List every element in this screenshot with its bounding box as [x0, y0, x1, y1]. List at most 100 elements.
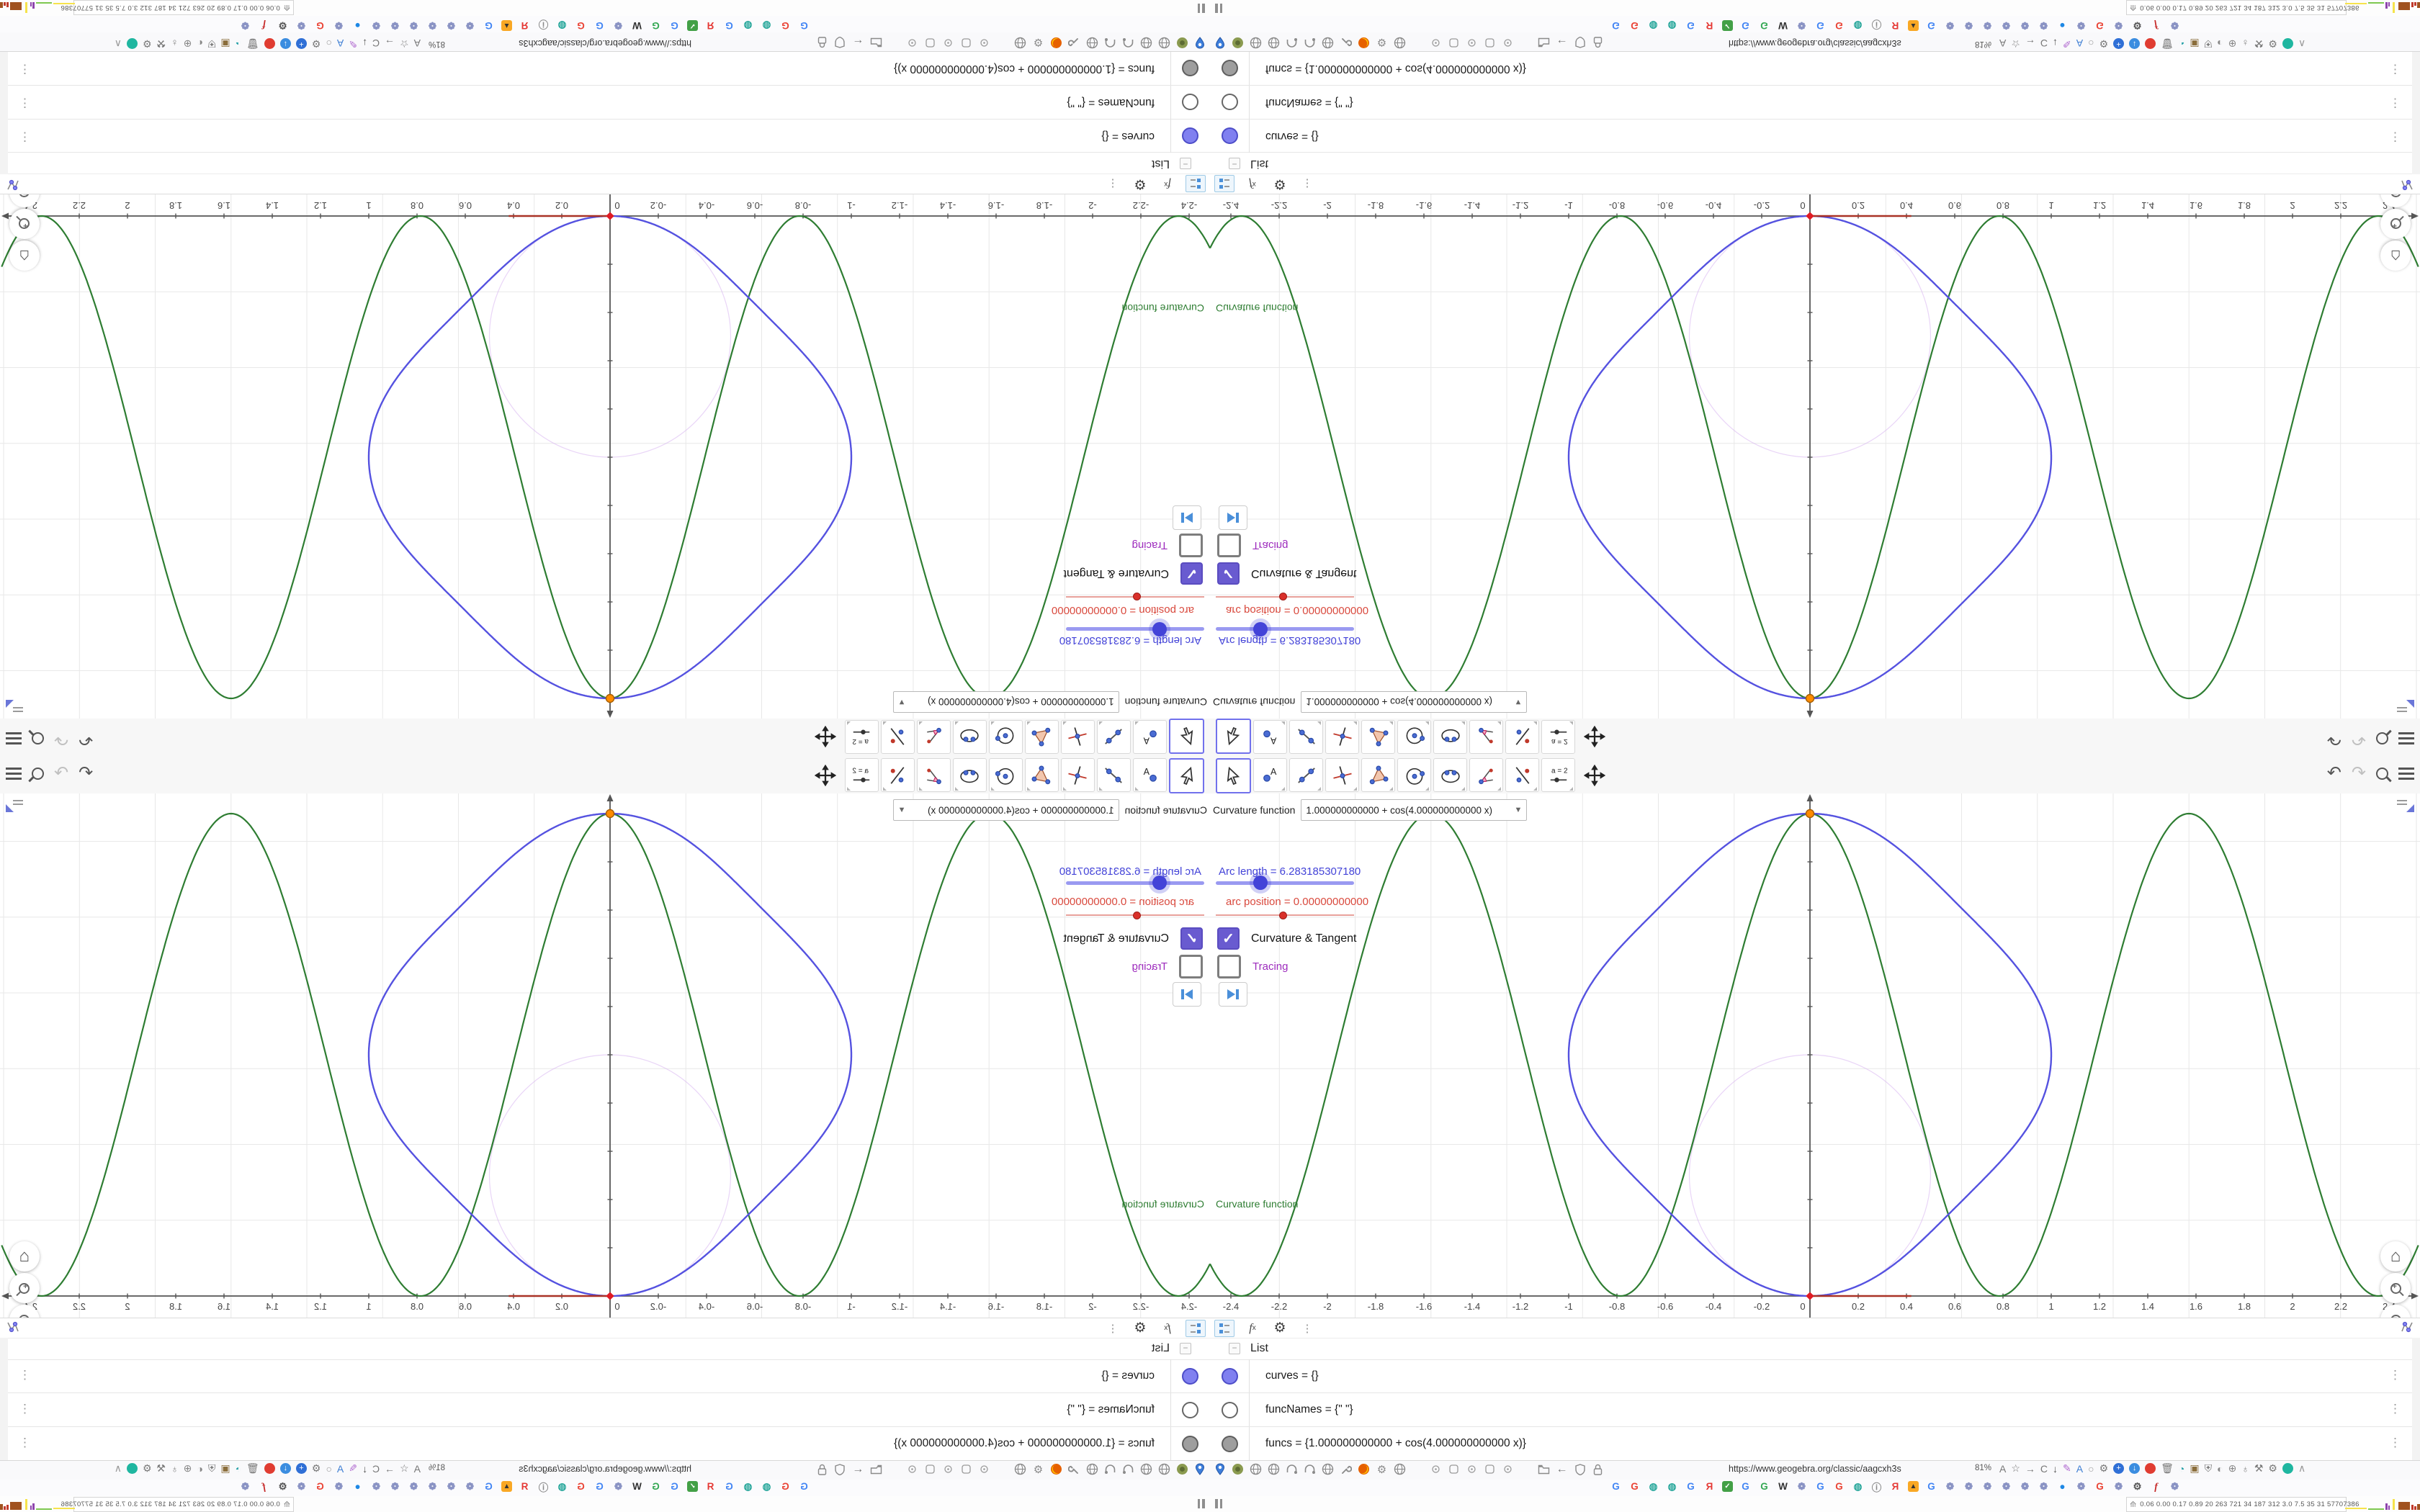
- firefox-icon[interactable]: [1357, 1462, 1371, 1476]
- bookmark-favicon[interactable]: G: [1758, 1480, 1770, 1493]
- kebab-icon[interactable]: ⋮: [2389, 1368, 2401, 1382]
- function-input[interactable]: 1.000000000000 + cos(4.000000000000 x) ▼: [892, 799, 1119, 821]
- arc-length-slider-knob[interactable]: [1253, 876, 1268, 890]
- algebra-view-toggle-button[interactable]: [2393, 1320, 2414, 1336]
- arc-position-slider-knob[interactable]: [1279, 912, 1287, 919]
- headset-icon[interactable]: [1103, 36, 1117, 50]
- zoom-in-button[interactable]: +: [2380, 1273, 2411, 1303]
- bookmark-favicon[interactable]: ⚙: [2131, 19, 2143, 32]
- bookmark-favicon[interactable]: ⚙: [2131, 1480, 2143, 1493]
- bookmark-favicon[interactable]: ❁: [239, 19, 251, 32]
- visibility-toggle[interactable]: [1182, 127, 1199, 145]
- visibility-toggle[interactable]: [1221, 1367, 1238, 1385]
- download-icon[interactable]: ↓: [362, 38, 367, 50]
- tool-angle-button[interactable]: [1469, 758, 1503, 792]
- kebab-icon[interactable]: ⋮: [2389, 1402, 2401, 1416]
- translate-icon[interactable]: A: [1999, 38, 2006, 50]
- wrench2-icon[interactable]: ⚒: [157, 37, 166, 50]
- halfmoon-icon[interactable]: ◐: [197, 38, 202, 50]
- bookmark-favicon[interactable]: ●: [351, 19, 364, 32]
- globe-icon[interactable]: [1267, 36, 1281, 50]
- headset-icon[interactable]: [1285, 1462, 1299, 1476]
- pen-icon[interactable]: ✎: [349, 1462, 357, 1475]
- tool-reflect-button[interactable]: [881, 758, 915, 792]
- curvature-tangent-checkbox[interactable]: ✓: [1217, 927, 1240, 950]
- tool-ellipse-button[interactable]: [1433, 758, 1467, 792]
- red-dot-icon[interactable]: [264, 38, 275, 49]
- bookmark-favicon[interactable]: Я: [519, 1480, 531, 1493]
- headset-icon[interactable]: [1285, 36, 1299, 50]
- tool-perpendicular-button[interactable]: [1325, 758, 1359, 792]
- menu-icon[interactable]: [2398, 730, 2414, 748]
- tool-point-button[interactable]: A: [1133, 720, 1167, 754]
- algebra-view-toggle-button[interactable]: [6, 1320, 27, 1336]
- bookmark-favicon[interactable]: G: [779, 1480, 792, 1493]
- url-field[interactable]: https://www.geogebra.org/classic/aagcxh3…: [519, 1464, 691, 1474]
- zoom-in-button[interactable]: +: [9, 209, 40, 239]
- tool-point-button[interactable]: A: [1133, 758, 1167, 792]
- dot-circle-icon[interactable]: [1429, 1462, 1443, 1476]
- tool-angle-button[interactable]: [1469, 720, 1503, 754]
- bookmark-favicon[interactable]: ❁: [445, 1480, 457, 1493]
- bookmark-favicon[interactable]: G: [2094, 19, 2106, 32]
- bookmark-favicon[interactable]: ⓘ: [1870, 19, 1883, 32]
- graphics-view[interactable]: -2.4 -2.2 -2 -1.8 -1.6 -1.4 -1.2 -1 -0.8 -0.6 -0.4…: [1210, 194, 2420, 719]
- menu-icon[interactable]: [2398, 765, 2414, 783]
- headset-icon[interactable]: [1121, 36, 1135, 50]
- wrench-icon[interactable]: [1067, 1462, 1081, 1476]
- redo-button[interactable]: ↷: [2352, 763, 2366, 783]
- camera-icon[interactable]: [1175, 1462, 1189, 1476]
- circle-icon[interactable]: ○: [2088, 1463, 2094, 1475]
- bookmark-favicon[interactable]: ◍: [1666, 1480, 1678, 1493]
- curvature-tangent-checkbox[interactable]: ✓: [1180, 562, 1203, 585]
- bookmark-favicon[interactable]: ◍: [1852, 1480, 1864, 1493]
- algebra-row-funcs[interactable]: funcs = {1.000000000000 + cos(4.00000000…: [0, 51, 1210, 85]
- bookmark-favicon[interactable]: G: [650, 19, 662, 32]
- bookmark-favicon[interactable]: G: [1814, 1480, 1827, 1493]
- tool-polygon-button[interactable]: [1025, 720, 1059, 754]
- bookmark-favicon[interactable]: ❁: [2112, 1480, 2125, 1493]
- visibility-toggle[interactable]: [1182, 1367, 1199, 1385]
- globe-icon[interactable]: [1321, 1462, 1335, 1476]
- bookmark-favicon[interactable]: G: [483, 1480, 495, 1493]
- box-icon[interactable]: ▣: [220, 1462, 230, 1475]
- bookmark-favicon[interactable]: ❁: [408, 1480, 420, 1493]
- bookmark-favicon[interactable]: Я: [519, 19, 531, 32]
- algebra-fx-button[interactable]: fx: [1243, 1320, 1262, 1336]
- bookmark-favicon[interactable]: ❁: [333, 1480, 345, 1493]
- curvature-tangent-checkbox[interactable]: ✓: [1180, 927, 1203, 950]
- arc-position-slider[interactable]: [1216, 912, 1354, 919]
- algebra-row-curves[interactable]: curves = {} ⋮: [1210, 1359, 2420, 1393]
- algebra-list-header[interactable]: − List: [1210, 1338, 2420, 1360]
- translate2-icon[interactable]: A: [337, 38, 344, 50]
- bookmark-favicon[interactable]: ❁: [2169, 1480, 2181, 1493]
- tool-circle-button[interactable]: [989, 720, 1023, 754]
- bookmark-favicon[interactable]: ❁: [2075, 1480, 2087, 1493]
- algebra-fx-button[interactable]: fx: [1158, 1320, 1177, 1336]
- algebra-fx-button[interactable]: fx: [1158, 176, 1177, 192]
- reload-icon[interactable]: C: [372, 38, 380, 50]
- bookmark-favicon[interactable]: ❁: [408, 19, 420, 32]
- arc-position-slider-knob[interactable]: [1133, 912, 1141, 919]
- gear-icon[interactable]: ⚙: [1375, 36, 1389, 50]
- function-input[interactable]: 1.000000000000 + cos(4.000000000000 x) ▼: [1301, 691, 1528, 713]
- gear2-icon[interactable]: ⚙: [143, 37, 152, 50]
- pin-icon[interactable]: [1213, 36, 1227, 50]
- box-icon[interactable]: ▣: [2190, 1462, 2199, 1475]
- menu-icon[interactable]: [6, 765, 22, 783]
- play-pause-button[interactable]: [1219, 982, 1247, 1007]
- tool-line-button[interactable]: [1289, 720, 1323, 754]
- bookmark-favicon[interactable]: ●: [2056, 19, 2069, 32]
- url-field[interactable]: https://www.geogebra.org/classic/aagcxh3…: [1729, 1464, 1901, 1474]
- bookmark-favicon[interactable]: ❁: [2112, 19, 2125, 32]
- folder-icon[interactable]: [869, 36, 883, 50]
- algebra-row-funcNames[interactable]: funcNames = {" "} ⋮: [1210, 1393, 2420, 1427]
- visibility-toggle[interactable]: [1182, 60, 1199, 77]
- back-arrow-icon[interactable]: ←: [1555, 36, 1569, 50]
- dot-circle-icon[interactable]: [1465, 1462, 1479, 1476]
- gear2-icon[interactable]: ⚙: [143, 1462, 152, 1475]
- globe-icon[interactable]: [1013, 1462, 1027, 1476]
- headset-icon[interactable]: [1303, 1462, 1317, 1476]
- bookmark-favicon[interactable]: G: [1833, 19, 1845, 32]
- collapse-icon[interactable]: ∧: [2298, 37, 2305, 50]
